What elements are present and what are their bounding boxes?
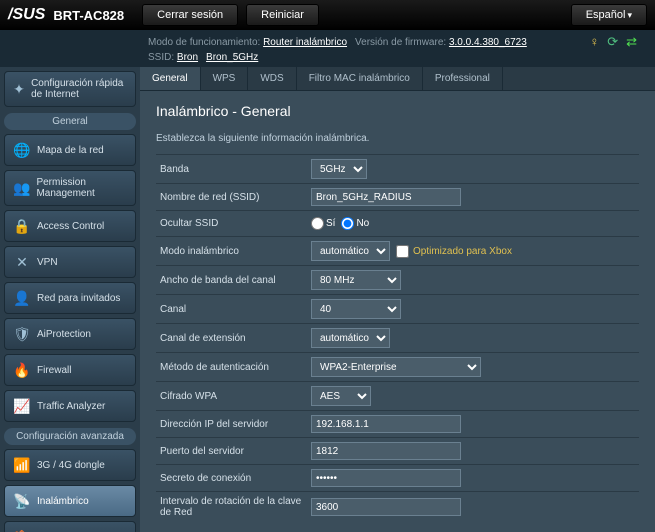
server-ip-label: Dirección IP del servidor — [156, 419, 311, 430]
hide-ssid-no[interactable]: No — [341, 217, 369, 230]
nav-label: Permission Management — [36, 177, 127, 199]
nav-label: 3G / 4G dongle — [37, 460, 105, 471]
top-bar: /SUS BRT-AC828 Cerrar sesión Reiniciar E… — [0, 0, 655, 30]
server-port-input[interactable] — [311, 442, 461, 460]
info-bar: Modo de funcionamiento: Router inalámbri… — [0, 30, 655, 52]
ext-channel-select[interactable]: automático — [311, 328, 390, 348]
auth-label: Método de autenticación — [156, 362, 311, 373]
auth-select[interactable]: WPA2-Enterprise — [311, 357, 481, 377]
server-port-label: Puerto del servidor — [156, 446, 311, 457]
tab-wps[interactable]: WPS — [201, 67, 249, 90]
secret-input[interactable] — [311, 469, 461, 487]
sidebar-item-mapa-de-la-red[interactable]: 🌐 Mapa de la red — [4, 134, 136, 166]
nav-label: AiProtection — [37, 329, 91, 340]
content-area: GeneralWPSWDSFiltro MAC inalámbricoProfe… — [140, 67, 655, 532]
model-name: BRT-AC828 — [53, 8, 124, 23]
sidebar-item-access-control[interactable]: 🔒 Access Control — [4, 210, 136, 242]
encryption-select[interactable]: AES — [311, 386, 371, 406]
ssid-label: SSID: — [148, 52, 174, 63]
sidebar-item-inalámbrico[interactable]: 📡 Inalámbrico — [4, 485, 136, 517]
sidebar-advanced-header: Configuración avanzada — [4, 428, 136, 445]
channel-select[interactable]: 40 — [311, 299, 401, 319]
tab-general[interactable]: General — [140, 67, 201, 90]
nav-icon: 👥 — [13, 179, 30, 197]
tab-filtro-mac-inalámbrico[interactable]: Filtro MAC inalámbrico — [297, 67, 423, 90]
quick-setup-label: Configuración rápida de Internet — [31, 78, 127, 100]
panel-description: Establezca la siguiente información inal… — [156, 133, 639, 144]
sidebar-item-vpn[interactable]: ✕ VPN — [4, 246, 136, 278]
tab-professional[interactable]: Professional — [423, 67, 503, 90]
language-dropdown[interactable]: Español — [571, 4, 647, 26]
ssid-bar: SSID: Bron Bron_5GHz — [0, 52, 655, 67]
sidebar-item-red-para-invitados[interactable]: 👤 Red para invitados — [4, 282, 136, 314]
secret-label: Secreto de conexión — [156, 473, 311, 484]
nav-label: Traffic Analyzer — [37, 401, 105, 412]
nav-icon: 🌐 — [13, 141, 31, 159]
encryption-label: Cifrado WPA — [156, 391, 311, 402]
nav-label: Access Control — [37, 221, 104, 232]
logout-button[interactable]: Cerrar sesión — [142, 4, 238, 26]
nav-icon: 👤 — [13, 289, 31, 307]
nav-icon: 🏠 — [13, 528, 31, 532]
nav-label: VPN — [37, 257, 58, 268]
sidebar: ✦ Configuración rápida de Internet Gener… — [0, 67, 140, 532]
ssid-field-label: Nombre de red (SSID) — [156, 192, 311, 203]
nav-icon: 🛡 — [13, 325, 31, 343]
nav-icon: 🔒 — [13, 217, 31, 235]
wireless-mode-select[interactable]: automático — [311, 241, 390, 261]
sidebar-item-aiprotection[interactable]: 🛡 AiProtection — [4, 318, 136, 350]
nav-label: Mapa de la red — [37, 145, 104, 156]
nav-icon: 📈 — [13, 397, 31, 415]
key-rotation-input[interactable] — [311, 498, 461, 516]
band-select[interactable]: 5GHz — [311, 159, 367, 179]
nav-label: Red para invitados — [37, 293, 120, 304]
hide-ssid-yes[interactable]: Sí — [311, 217, 335, 230]
nav-label: Inalámbrico — [37, 496, 89, 507]
help-icon[interactable]: ⟳ — [607, 34, 618, 50]
ssid1-value: Bron — [177, 52, 198, 63]
server-ip-input[interactable] — [311, 415, 461, 433]
bandwidth-label: Ancho de banda del canal — [156, 275, 311, 286]
magic-wand-icon: ✦ — [13, 80, 25, 98]
ssid2-value: Bron_5GHz — [206, 52, 258, 63]
bulb-icon[interactable]: ♀ — [589, 34, 599, 50]
firmware-value[interactable]: 3.0.0.4.380_6723 — [449, 37, 527, 48]
ext-channel-label: Canal de extensión — [156, 333, 311, 344]
sidebar-quick-setup[interactable]: ✦ Configuración rápida de Internet — [4, 71, 136, 107]
hide-ssid-label: Ocultar SSID — [156, 218, 311, 229]
sidebar-item-3g-4g-dongle[interactable]: 📶 3G / 4G dongle — [4, 449, 136, 481]
wireless-mode-label: Modo inalámbrico — [156, 246, 311, 257]
ssid-input[interactable] — [311, 188, 461, 206]
sidebar-item-lan[interactable]: 🏠LAN — [4, 521, 136, 532]
sidebar-general-header: General — [4, 113, 136, 130]
key-rotation-label: Intervalo de rotación de la clave de Red — [156, 496, 311, 518]
usb-icon[interactable]: ⇄ — [626, 34, 637, 50]
sidebar-item-permission-management[interactable]: 👥 Permission Management — [4, 170, 136, 206]
mode-label: Modo de funcionamiento: — [148, 37, 260, 48]
nav-icon: 📶 — [13, 456, 31, 474]
nav-icon: 🔥 — [13, 361, 31, 379]
firmware-label: Versión de firmware: — [355, 37, 446, 48]
sidebar-item-traffic-analyzer[interactable]: 📈 Traffic Analyzer — [4, 390, 136, 422]
tab-bar: GeneralWPSWDSFiltro MAC inalámbricoProfe… — [140, 67, 655, 91]
sidebar-item-firewall[interactable]: 🔥 Firewall — [4, 354, 136, 386]
mode-value[interactable]: Router inalámbrico — [263, 37, 347, 48]
tab-wds[interactable]: WDS — [248, 67, 296, 90]
nav-label: Firewall — [37, 365, 71, 376]
nav-icon: 📡 — [13, 492, 31, 510]
reboot-button[interactable]: Reiniciar — [246, 4, 319, 26]
channel-label: Canal — [156, 304, 311, 315]
nav-icon: ✕ — [13, 253, 31, 271]
brand-logo: /SUS — [8, 6, 45, 24]
panel-title: Inalámbrico - General — [156, 103, 639, 125]
bandwidth-select[interactable]: 80 MHz — [311, 270, 401, 290]
xbox-checkbox[interactable]: Optimizado para Xbox — [396, 245, 512, 258]
band-label: Banda — [156, 164, 311, 175]
